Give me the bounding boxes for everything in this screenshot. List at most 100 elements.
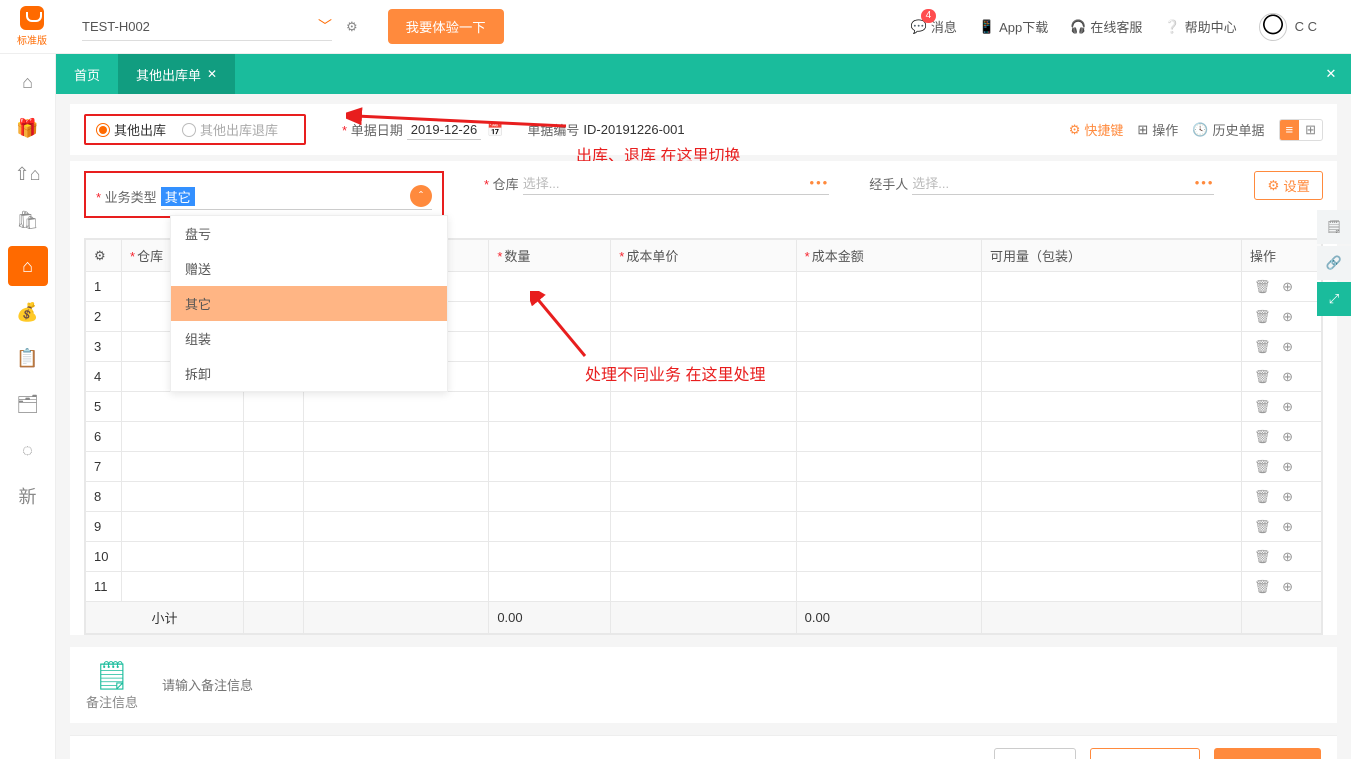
avatar — [1259, 13, 1287, 41]
delete-icon[interactable]: 🗑 — [1254, 519, 1271, 534]
nav-contact-icon[interactable]: 🗂 — [8, 384, 48, 424]
business-type-dropdown: 盘亏 赠送 其它 组装 拆卸 — [170, 215, 448, 392]
more-icon[interactable]: ••• — [1195, 175, 1215, 190]
delete-icon[interactable]: 🗑 — [1254, 579, 1271, 594]
doc-number-field: 单据编号 ID-20191226-001 — [527, 120, 684, 139]
add-row-icon[interactable]: ⊕ — [1282, 579, 1293, 594]
col-settings[interactable]: ⚙ — [86, 240, 122, 272]
business-type-label: 业务类型 — [96, 187, 157, 206]
delete-icon[interactable]: 🗑 — [1254, 429, 1271, 444]
history-button[interactable]: 🕓历史单据 — [1192, 120, 1264, 139]
table-row[interactable]: 6 🗑 ⊕ — [86, 422, 1322, 452]
delete-icon[interactable]: 🗑 — [1254, 399, 1271, 414]
help-icon: ❔ — [1164, 19, 1180, 35]
user-menu[interactable]: C C — [1259, 13, 1317, 41]
tab-home[interactable]: 首页 — [56, 54, 118, 94]
nav-finance-icon[interactable]: 💰 — [8, 292, 48, 332]
delete-icon[interactable]: 🗑 — [1254, 279, 1271, 294]
row-index: 4 — [86, 362, 122, 392]
nav-purchase-icon[interactable]: ⇧⌂ — [8, 154, 48, 194]
rail-note-icon[interactable]: 🗒 — [1317, 210, 1351, 244]
radio-outbound-label: 其他出库 — [114, 120, 166, 139]
shortcut-button[interactable]: ⚙快捷键 — [1069, 120, 1124, 139]
dd-opt-qita[interactable]: 其它 — [171, 286, 447, 321]
help-center-button[interactable]: ❔ 帮助中心 — [1164, 17, 1236, 36]
nav-new-icon[interactable]: 新 — [8, 476, 48, 516]
dd-opt-zengsong[interactable]: 赠送 — [171, 251, 447, 286]
add-row-icon[interactable]: ⊕ — [1282, 339, 1293, 354]
warehouse-placeholder: 选择... — [523, 173, 560, 192]
table-row[interactable]: 9 🗑 ⊕ — [86, 512, 1322, 542]
doc-date-field[interactable]: 单据日期 2019-12-26 📅 — [342, 120, 503, 140]
nav-cycle-icon[interactable]: ◌ — [8, 430, 48, 470]
try-button[interactable]: 我要体验一下 — [388, 9, 504, 44]
add-row-icon[interactable]: ⊕ — [1282, 459, 1293, 474]
nav-report-icon[interactable]: 📋 — [8, 338, 48, 378]
table-row[interactable]: 10 🗑 ⊕ — [86, 542, 1322, 572]
delete-icon[interactable]: 🗑 — [1254, 459, 1271, 474]
discard-button[interactable]: 放弃 — [994, 748, 1076, 759]
settings-button[interactable]: ⚙ 设置 — [1254, 171, 1323, 200]
save-draft-button[interactable]: 保存草稿 — [1090, 748, 1200, 759]
app-download-button[interactable]: 📱 App下载 — [979, 17, 1048, 36]
add-row-icon[interactable]: ⊕ — [1282, 489, 1293, 504]
tenant-name: TEST-H002 — [82, 19, 150, 34]
messages-button[interactable]: 💬 消息 4 — [911, 17, 957, 36]
tenant-settings-icon[interactable]: ⚙ — [346, 19, 358, 35]
warehouse-field[interactable]: 仓库 选择... ••• — [484, 171, 829, 195]
save-button[interactable]: 保存 ▾ — [1214, 748, 1321, 759]
nav-sale-icon[interactable]: 🛍 — [8, 200, 48, 240]
operator-field[interactable]: 经手人 选择... ••• — [869, 171, 1214, 195]
tab-other-outbound[interactable]: 其他出库单 ✕ — [118, 54, 235, 94]
nav-home-icon[interactable]: ⌂ — [8, 62, 48, 102]
add-row-icon[interactable]: ⊕ — [1282, 309, 1293, 324]
tab-close-icon[interactable]: ✕ — [207, 67, 217, 81]
operate-button[interactable]: ⊞操作 — [1137, 120, 1178, 139]
delete-icon[interactable]: 🗑 — [1254, 339, 1271, 354]
dd-opt-zuzhuang[interactable]: 组装 — [171, 321, 447, 356]
row-index: 9 — [86, 512, 122, 542]
dd-opt-chaixie[interactable]: 拆卸 — [171, 356, 447, 391]
outbound-type-radio-group: 其他出库 其他出库退库 — [84, 114, 306, 145]
logo-text: 标准版 — [17, 32, 47, 47]
logo[interactable]: 标准版 — [12, 6, 52, 47]
customer-service-button[interactable]: 🎧 在线客服 — [1070, 17, 1142, 36]
radio-outbound[interactable]: 其他出库 — [96, 120, 166, 139]
nav-gift-icon[interactable]: 🎁 — [8, 108, 48, 148]
gear-icon: ⚙ — [1069, 122, 1081, 138]
radio-return[interactable]: 其他出库退库 — [182, 120, 278, 139]
dd-opt-pankui[interactable]: 盘亏 — [171, 216, 447, 251]
add-row-icon[interactable]: ⊕ — [1282, 519, 1293, 534]
add-row-icon[interactable]: ⊕ — [1282, 399, 1293, 414]
delete-icon[interactable]: 🗑 — [1254, 309, 1271, 324]
close-all-tabs-button[interactable]: ✕ — [1311, 54, 1351, 94]
rail-expand-icon[interactable]: ⤢ — [1317, 282, 1351, 316]
table-row[interactable]: 11 🗑 ⊕ — [86, 572, 1322, 602]
rail-link-icon[interactable]: 🔗 — [1317, 246, 1351, 280]
view-list-icon[interactable]: ≡ — [1280, 120, 1300, 140]
calendar-icon[interactable]: 📅 — [487, 122, 503, 138]
table-row[interactable]: 8 🗑 ⊕ — [86, 482, 1322, 512]
table-row[interactable]: 5 🗑 ⊕ — [86, 392, 1322, 422]
delete-icon[interactable]: 🗑 — [1254, 489, 1271, 504]
chevron-up-icon[interactable]: ˆ — [410, 185, 432, 207]
business-type-select[interactable]: 其它 ˆ — [161, 183, 432, 210]
doc-date-value: 2019-12-26 — [407, 120, 482, 140]
shortcut-label: 快捷键 — [1084, 120, 1123, 139]
tabs: 首页 其他出库单 ✕ ✕ — [56, 54, 1351, 94]
remarks-label: 备注信息 — [86, 692, 138, 711]
add-row-icon[interactable]: ⊕ — [1282, 429, 1293, 444]
col-available-label: 可用量（包装） — [990, 249, 1081, 264]
add-row-icon[interactable]: ⊕ — [1282, 369, 1293, 384]
view-card-icon[interactable]: ⊞ — [1299, 120, 1322, 140]
delete-icon[interactable]: 🗑 — [1254, 549, 1271, 564]
tenant-selector[interactable]: TEST-H002 ﹀ — [82, 12, 332, 41]
col-operation: 操作 — [1242, 240, 1322, 272]
more-icon[interactable]: ••• — [810, 175, 830, 190]
add-row-icon[interactable]: ⊕ — [1282, 549, 1293, 564]
nav-warehouse-icon[interactable]: ⌂ — [8, 246, 48, 286]
table-row[interactable]: 7 🗑 ⊕ — [86, 452, 1322, 482]
delete-icon[interactable]: 🗑 — [1254, 369, 1271, 384]
add-row-icon[interactable]: ⊕ — [1282, 279, 1293, 294]
remarks-input[interactable] — [162, 678, 1321, 693]
